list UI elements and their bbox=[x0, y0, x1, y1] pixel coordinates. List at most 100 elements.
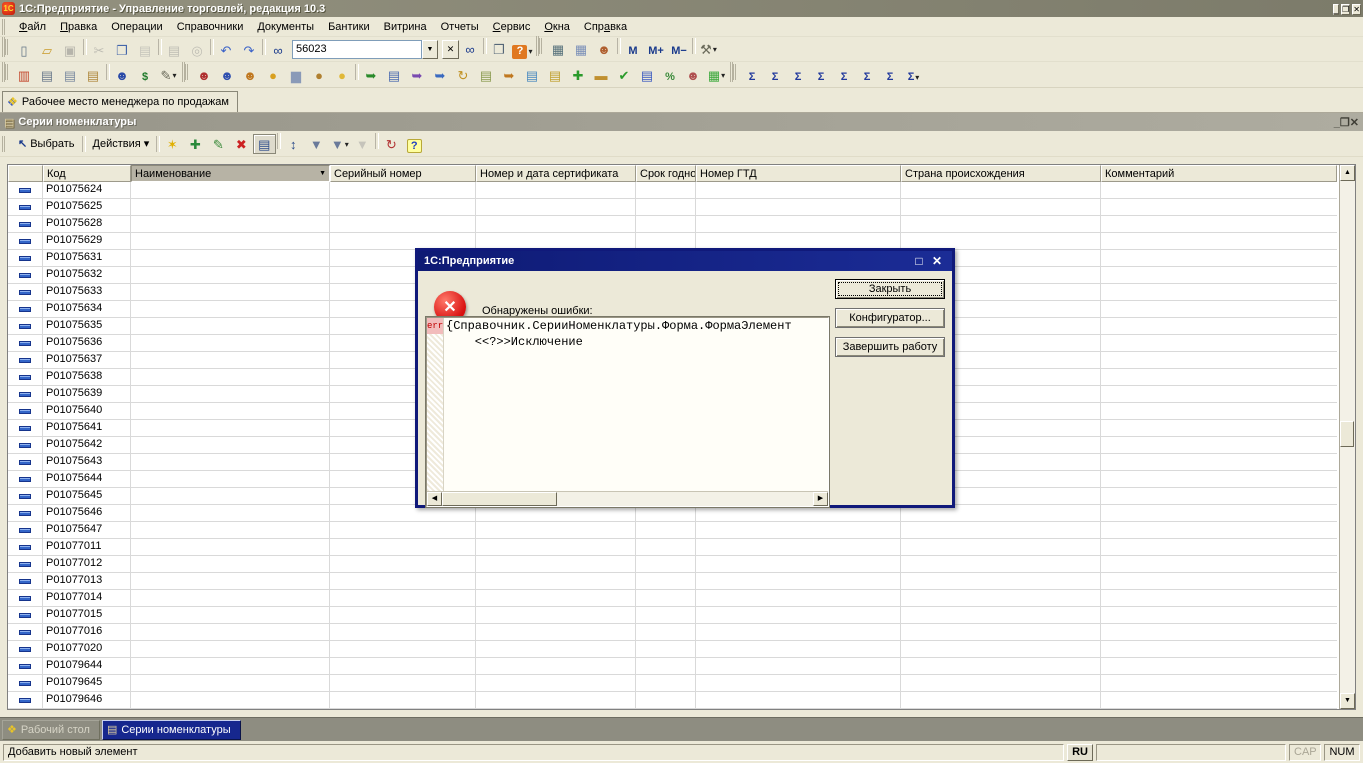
name-cell[interactable] bbox=[131, 284, 330, 301]
comment-cell[interactable] bbox=[1101, 692, 1337, 709]
cut-icon[interactable]: ✂ bbox=[88, 41, 111, 61]
code-cell[interactable]: P01075625 bbox=[43, 199, 131, 216]
workspace-tab-button[interactable]: ❖ Рабочее место менеджера по продажам bbox=[2, 91, 238, 112]
comment-cell[interactable] bbox=[1101, 590, 1337, 607]
expiry-cell[interactable] bbox=[636, 539, 696, 556]
scroll-right-button[interactable]: ▶ bbox=[813, 492, 828, 506]
report-stock-icon[interactable]: Σ bbox=[810, 67, 833, 87]
serial-cell[interactable] bbox=[330, 573, 476, 590]
comment-cell[interactable] bbox=[1101, 556, 1337, 573]
comment-cell[interactable] bbox=[1101, 386, 1337, 403]
help-1c-icon[interactable]: ? ▾ bbox=[511, 42, 534, 62]
gtd-cell[interactable] bbox=[696, 590, 901, 607]
code-cell[interactable]: P01075631 bbox=[43, 250, 131, 267]
code-cell[interactable]: P01075636 bbox=[43, 335, 131, 352]
gtd-cell[interactable] bbox=[696, 641, 901, 658]
coins-turnover-icon[interactable]: ↻ bbox=[452, 65, 475, 85]
serial-cell[interactable] bbox=[330, 658, 476, 675]
window-tab-series[interactable]: ▤ Серии номенклатуры bbox=[101, 719, 241, 740]
serial-cell[interactable] bbox=[330, 607, 476, 624]
comment-cell[interactable] bbox=[1101, 182, 1337, 199]
name-cell[interactable] bbox=[131, 675, 330, 692]
code-cell[interactable]: P01075645 bbox=[43, 488, 131, 505]
name-cell[interactable] bbox=[131, 522, 330, 539]
col-marker[interactable] bbox=[8, 165, 43, 182]
vertical-scrollbar[interactable]: ▲ ▼ bbox=[1339, 165, 1355, 709]
expiry-cell[interactable] bbox=[636, 199, 696, 216]
country-cell[interactable] bbox=[901, 590, 1101, 607]
memory-recall-icon[interactable]: M bbox=[622, 42, 645, 62]
minimize-button[interactable]: _ bbox=[1332, 3, 1340, 15]
code-cell[interactable]: P01075637 bbox=[43, 352, 131, 369]
country-cell[interactable] bbox=[901, 522, 1101, 539]
report-docs-icon[interactable]: Σ bbox=[879, 67, 902, 87]
gtd-cell[interactable] bbox=[696, 658, 901, 675]
name-cell[interactable] bbox=[131, 539, 330, 556]
paste-icon[interactable]: ▤ bbox=[134, 41, 157, 61]
name-cell[interactable] bbox=[131, 658, 330, 675]
table-row[interactable]: P01075647 bbox=[8, 522, 1339, 539]
refresh-icon[interactable]: ↻ bbox=[380, 134, 403, 154]
redo-icon[interactable]: ↷ bbox=[238, 41, 261, 61]
certificate-cell[interactable] bbox=[476, 624, 636, 641]
expiry-cell[interactable] bbox=[636, 522, 696, 539]
copy-icon[interactable]: ❐ bbox=[111, 41, 134, 61]
dialog-maximize-button[interactable]: □ bbox=[910, 254, 928, 268]
name-cell[interactable] bbox=[131, 369, 330, 386]
code-cell[interactable]: P01075643 bbox=[43, 454, 131, 471]
child-close-button[interactable]: ✕ bbox=[1350, 117, 1359, 129]
table-row[interactable]: P01075628 bbox=[8, 216, 1339, 233]
serial-cell[interactable] bbox=[330, 556, 476, 573]
certificate-cell[interactable] bbox=[476, 590, 636, 607]
vertical-scroll-thumb[interactable] bbox=[1340, 421, 1354, 447]
code-cell[interactable]: P01077015 bbox=[43, 607, 131, 624]
vertical-scroll-track[interactable] bbox=[1340, 181, 1355, 693]
gtd-cell[interactable] bbox=[696, 182, 901, 199]
money-pile-icon[interactable]: ● bbox=[331, 65, 354, 85]
delete-item-icon[interactable]: ✖ bbox=[230, 134, 253, 154]
order-cart-doc-icon[interactable]: ▤ bbox=[383, 65, 406, 85]
code-cell[interactable]: P01075629 bbox=[43, 233, 131, 250]
open-icon[interactable]: ▱ bbox=[36, 41, 59, 61]
restore-button[interactable]: ❐ bbox=[1341, 3, 1351, 15]
name-cell[interactable] bbox=[131, 590, 330, 607]
comment-cell[interactable] bbox=[1101, 539, 1337, 556]
col-country[interactable]: Страна происхождения bbox=[901, 165, 1101, 182]
actions-button[interactable]: Действия ▾ bbox=[87, 135, 156, 152]
receipt-purple-icon[interactable]: ➥ bbox=[406, 65, 429, 85]
filter-menu-icon[interactable]: ▼ ▾ bbox=[328, 134, 351, 154]
country-cell[interactable] bbox=[901, 556, 1101, 573]
table-row[interactable]: P01077012 bbox=[8, 556, 1339, 573]
payments-icon[interactable]: $ bbox=[134, 67, 157, 87]
filter-folder-icon[interactable]: ▼ bbox=[305, 134, 328, 154]
country-cell[interactable] bbox=[901, 624, 1101, 641]
gtd-cell[interactable] bbox=[696, 573, 901, 590]
col-code[interactable]: Код bbox=[43, 165, 131, 182]
country-cell[interactable] bbox=[901, 692, 1101, 709]
gtd-cell[interactable] bbox=[696, 539, 901, 556]
name-cell[interactable] bbox=[131, 692, 330, 709]
price-register-icon[interactable]: ● bbox=[308, 65, 331, 85]
configurator-button[interactable]: Конфигуратор... bbox=[835, 308, 945, 328]
scroll-up-button[interactable]: ▲ bbox=[1340, 165, 1355, 181]
code-cell[interactable]: P01075628 bbox=[43, 216, 131, 233]
name-cell[interactable] bbox=[131, 182, 330, 199]
col-expiry[interactable]: Срок годнос... bbox=[636, 165, 696, 182]
menu-reports[interactable]: Отчеты bbox=[434, 19, 486, 35]
report-confirm-icon[interactable]: Σ ▾ bbox=[902, 67, 925, 87]
certificate-cell[interactable] bbox=[476, 573, 636, 590]
horizontal-scroll-thumb[interactable] bbox=[442, 492, 557, 506]
comment-cell[interactable] bbox=[1101, 335, 1337, 352]
code-cell[interactable]: P01075640 bbox=[43, 403, 131, 420]
country-cell[interactable] bbox=[901, 658, 1101, 675]
name-cell[interactable] bbox=[131, 420, 330, 437]
table-row[interactable]: P01077020 bbox=[8, 641, 1339, 658]
expiry-cell[interactable] bbox=[636, 624, 696, 641]
expiry-cell[interactable] bbox=[636, 641, 696, 658]
col-name[interactable]: Наименование ▼ bbox=[131, 165, 330, 182]
country-cell[interactable] bbox=[901, 573, 1101, 590]
comment-cell[interactable] bbox=[1101, 284, 1337, 301]
code-cell[interactable]: P01075633 bbox=[43, 284, 131, 301]
cash-register-icon[interactable]: ▤ bbox=[36, 65, 59, 85]
country-cell[interactable] bbox=[901, 199, 1101, 216]
